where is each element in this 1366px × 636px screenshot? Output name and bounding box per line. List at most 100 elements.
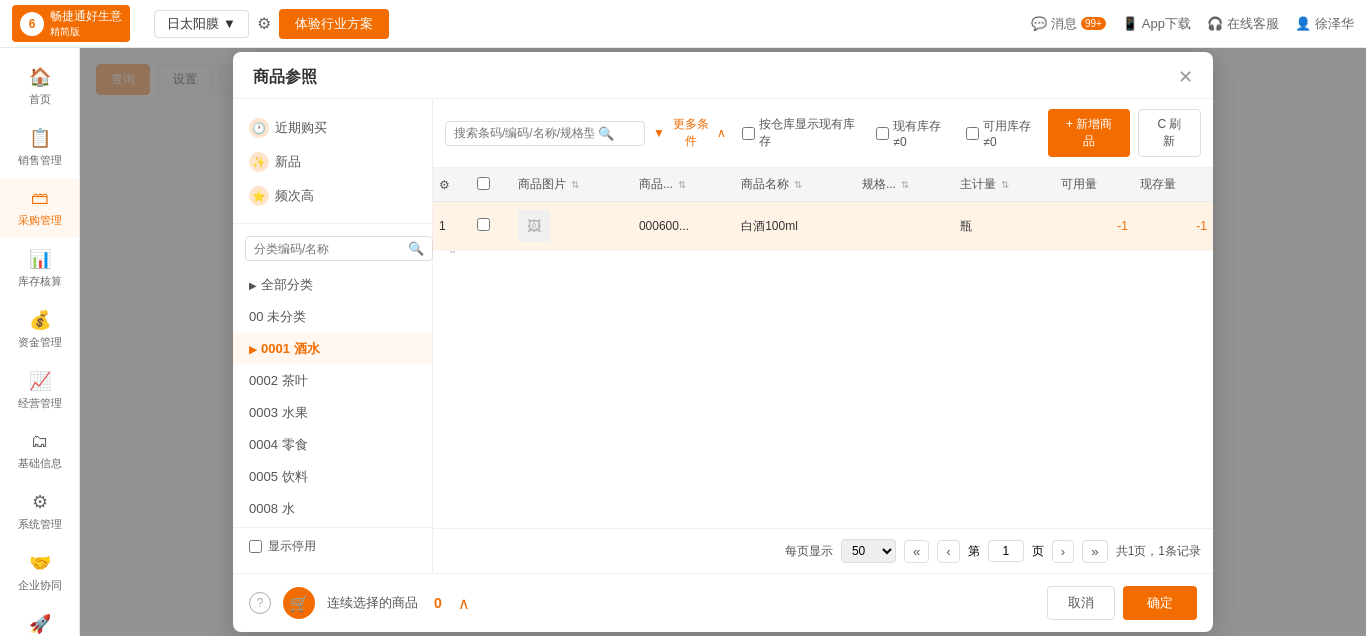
sidebar-item-basic[interactable]: 🗂 基础信息 <box>0 421 79 481</box>
sidebar-label-finance: 资金管理 <box>18 335 62 350</box>
confirm-button[interactable]: 确定 <box>1123 586 1197 620</box>
cart-button[interactable]: 🛒 <box>283 587 315 619</box>
sidebar-label-sales: 销售管理 <box>18 153 62 168</box>
app-download-area[interactable]: 📱 App下载 <box>1122 15 1191 33</box>
sidebar-item-purchase[interactable]: 🗃 采购管理 <box>0 178 79 238</box>
quick-new-label: 新品 <box>275 153 301 171</box>
product-search-icon[interactable]: 🔍 <box>598 126 614 141</box>
divider <box>233 223 432 224</box>
sidebar-item-operation[interactable]: 📈 经营管理 <box>0 360 79 421</box>
cat-label-0004: 0004 零食 <box>249 436 308 454</box>
sidebar-item-sales[interactable]: 📋 销售管理 <box>0 117 79 178</box>
cb-available-stock[interactable]: 可用库存≠0 <box>966 118 1040 149</box>
freq-icon: ⭐ <box>249 186 269 206</box>
user-area[interactable]: 👤 徐泽华 <box>1295 15 1354 33</box>
prev-page-button[interactable]: ‹ <box>937 540 959 563</box>
help-button[interactable]: ? <box>249 592 271 614</box>
store-name: 日太阳膜 <box>167 15 219 33</box>
col-code[interactable]: 商品... ⇅ <box>633 168 735 202</box>
show-disabled-label[interactable]: 显示停用 <box>249 538 316 555</box>
cb-warehouse-input[interactable] <box>742 127 755 140</box>
col-spec[interactable]: 规格... ⇅ <box>856 168 954 202</box>
cb-current-input[interactable] <box>876 127 889 140</box>
messages-area[interactable]: 💬 消息 99+ <box>1031 15 1106 33</box>
per-page-select[interactable]: 50 10 20 100 <box>841 539 896 563</box>
select-all-checkbox[interactable] <box>477 177 490 190</box>
cat-label-00: 00 未分类 <box>249 308 306 326</box>
col-unit[interactable]: 主计量 ⇅ <box>954 168 1055 202</box>
quick-item-recent[interactable]: 🕐 近期购买 <box>233 111 432 145</box>
cat-item-0004[interactable]: 0004 零食 <box>233 429 432 461</box>
sidebar-item-system[interactable]: ⚙ 系统管理 <box>0 481 79 542</box>
modal-close-button[interactable]: ✕ <box>1178 66 1193 88</box>
settings-col-icon: ⚙ <box>439 178 450 192</box>
message-label: 消息 <box>1051 15 1077 33</box>
sidebar-label-operation: 经营管理 <box>18 396 62 411</box>
topbar: 6 畅捷通好生意 精简版 日太阳膜 ▼ ⚙ 体验行业方案 💬 消息 99+ 📱 … <box>0 0 1366 48</box>
col-name[interactable]: 商品名称 ⇅ <box>735 168 856 202</box>
experience-button[interactable]: 体验行业方案 <box>279 9 389 39</box>
category-search-icon[interactable]: 🔍 <box>408 241 424 256</box>
sales-icon: 📋 <box>29 127 51 149</box>
expand-icon-all: ▶ <box>249 280 257 291</box>
modal-right-panel: 🔍 ▼ 更多条件 ∧ 按仓库显示现有库存 <box>433 99 1213 573</box>
row-select-checkbox[interactable] <box>477 218 490 231</box>
cat-item-0008[interactable]: 0008 水 <box>233 493 432 525</box>
finance-icon: 💰 <box>29 309 51 331</box>
cat-item-0003[interactable]: 0003 水果 <box>233 397 432 429</box>
quick-item-freq[interactable]: ⭐ 频次高 <box>233 179 432 213</box>
category-search-input[interactable] <box>254 242 404 256</box>
more-filter-button[interactable]: ▼ 更多条件 ∧ <box>653 116 726 150</box>
cat-item-0002[interactable]: 0002 茶叶 <box>233 365 432 397</box>
product-table: ⚙ 商品图片 ⇅ 商品... ⇅ <box>433 168 1213 251</box>
row-checkbox[interactable] <box>471 202 512 251</box>
sort-arrow-unit: ⇅ <box>1001 179 1009 190</box>
refresh-button[interactable]: C 刷新 <box>1138 109 1201 157</box>
store-selector[interactable]: 日太阳膜 ▼ <box>154 10 249 38</box>
sidebar-label-inventory: 库存核算 <box>18 274 62 289</box>
sort-arrow-image: ⇅ <box>571 179 579 190</box>
modal-footer-left: 显示停用 <box>233 527 432 565</box>
sort-arrow-spec: ⇅ <box>901 179 909 190</box>
col-image[interactable]: 商品图片 ⇅ <box>512 168 633 202</box>
user-avatar: 👤 <box>1295 16 1311 31</box>
collab-icon: 🤝 <box>29 552 51 574</box>
quick-item-new[interactable]: ✨ 新品 <box>233 145 432 179</box>
gear-icon[interactable]: ⚙ <box>257 14 271 33</box>
mobile-icon: 📱 <box>1122 16 1138 31</box>
cb-available-input[interactable] <box>966 127 979 140</box>
product-search-input[interactable] <box>454 126 594 140</box>
per-page-label: 每页显示 <box>785 543 833 560</box>
sidebar-item-finance[interactable]: 💰 资金管理 <box>0 299 79 360</box>
col-settings[interactable]: ⚙ <box>433 168 471 202</box>
sidebar-item-guide[interactable]: 🚀 新手引导 <box>0 603 79 636</box>
next-page-button[interactable]: › <box>1052 540 1074 563</box>
table-row[interactable]: 1 🖼 000600... 白酒100ml <box>433 202 1213 251</box>
cat-label-0001: 0001 酒水 <box>261 340 320 358</box>
product-reference-modal: 商品参照 ✕ 🕐 近期购买 ✨ 新 <box>233 52 1213 632</box>
show-disabled-checkbox[interactable] <box>249 540 262 553</box>
cat-item-all[interactable]: ▶ 全部分类 <box>233 269 432 301</box>
first-page-button[interactable]: « <box>904 540 929 563</box>
cat-item-00[interactable]: 00 未分类 <box>233 301 432 333</box>
sort-arrow-name: ⇅ <box>794 179 802 190</box>
page-label: 第 <box>968 543 980 560</box>
operation-icon: 📈 <box>29 370 51 392</box>
sidebar-item-inventory[interactable]: 📊 库存核算 <box>0 238 79 299</box>
modal-header: 商品参照 ✕ <box>233 52 1213 99</box>
online-service-area[interactable]: 🎧 在线客服 <box>1207 15 1279 33</box>
sidebar-item-home[interactable]: 🏠 首页 <box>0 56 79 117</box>
cb-warehouse-stock[interactable]: 按仓库显示现有库存 <box>742 116 860 150</box>
collapse-bottom-icon[interactable]: ∧ <box>458 594 470 613</box>
sidebar-item-collab[interactable]: 🤝 企业协同 <box>0 542 79 603</box>
col-checkbox[interactable] <box>471 168 512 202</box>
last-page-button[interactable]: » <box>1082 540 1107 563</box>
cat-item-0005[interactable]: 0005 饮料 <box>233 461 432 493</box>
cancel-button[interactable]: 取消 <box>1047 586 1115 620</box>
cat-item-0001[interactable]: ▶ 0001 酒水 <box>233 333 432 365</box>
cb-current-stock[interactable]: 现有库存≠0 <box>876 118 950 149</box>
page-number-input[interactable] <box>988 540 1024 562</box>
add-product-button[interactable]: + 新增商品 <box>1048 109 1130 157</box>
sidebar-label-purchase: 采购管理 <box>18 213 62 228</box>
purchase-icon: 🗃 <box>31 188 49 209</box>
